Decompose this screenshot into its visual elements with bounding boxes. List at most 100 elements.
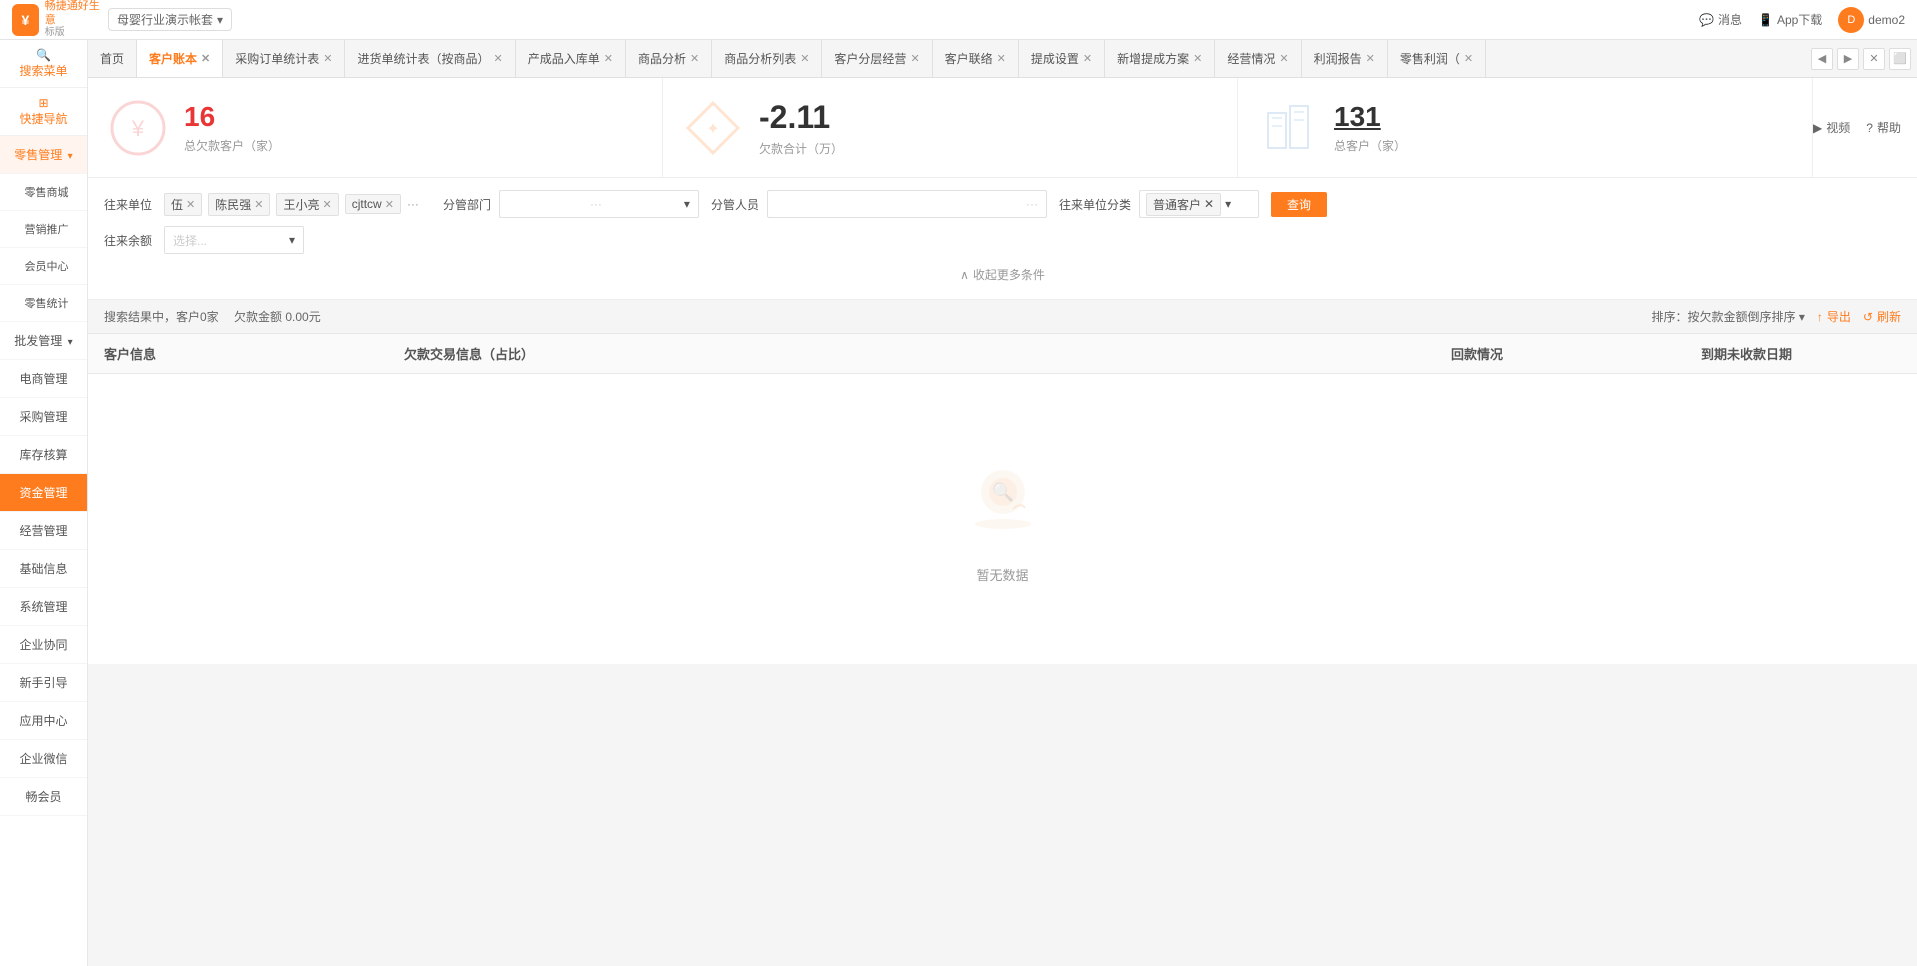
message-btn[interactable]: 💬 消息 xyxy=(1699,11,1742,28)
sidebar-item-stock[interactable]: 库存核算 xyxy=(0,436,87,474)
unit-tags: 伍 ✕ 陈民强 ✕ 王小亮 ✕ cjttcw ✕ xyxy=(164,193,419,216)
tab-customer-seg[interactable]: 客户分层经营 ✕ xyxy=(822,40,932,78)
remove-tag-cjttcw[interactable]: ✕ xyxy=(385,198,394,211)
collapse-filter-btn[interactable]: ∧ 收起更多条件 xyxy=(104,262,1901,287)
sidebar-search[interactable]: 🔍 搜索菜单 xyxy=(0,40,87,88)
sidebar-item-purchase[interactable]: 采购管理 xyxy=(0,398,87,436)
tab-operation[interactable]: 经营情况 ✕ xyxy=(1215,40,1301,78)
avatar: D xyxy=(1838,7,1864,33)
result-bar: 搜索结果中，客户0家 欠款金额 0.00元 排序：按欠款金额倒序排序 ▾ ↑ 导… xyxy=(88,300,1917,334)
stat-value-all: 131 xyxy=(1334,101,1406,133)
tab-prev-btn[interactable]: ◀ xyxy=(1811,48,1833,70)
video-btn[interactable]: ▶ 视频 xyxy=(1813,119,1850,136)
search-button[interactable]: 查询 xyxy=(1271,192,1327,217)
dept-filter: 分管部门 ··· ▾ xyxy=(443,190,699,218)
sidebar-item-basic[interactable]: 基础信息 xyxy=(0,550,87,588)
expand-icon: ··· xyxy=(590,197,602,211)
logo-text: 畅捷通好生意 标版 xyxy=(45,0,100,38)
sidebar-item-retail[interactable]: 零售管理 ▾ xyxy=(0,136,87,174)
grid-icon: ⊞ xyxy=(6,96,81,110)
layout: 🔍 搜索菜单 ⊞ 快捷导航 零售管理 ▾ 零售商城 营销推广 会员中心 零售统计… xyxy=(0,40,1917,966)
sidebar-item-retail-stats[interactable]: 零售统计 xyxy=(0,285,87,322)
tab-close-goods-list[interactable]: ✕ xyxy=(800,52,809,65)
sidebar-item-retail-mall[interactable]: 零售商城 xyxy=(0,174,87,211)
sidebar-item-guide[interactable]: 新手引导 xyxy=(0,664,87,702)
remove-classify[interactable]: ✕ xyxy=(1204,197,1214,211)
person-filter: 分管人员 ··· xyxy=(711,190,1047,218)
app-download-btn[interactable]: 📱 App下载 xyxy=(1758,11,1822,28)
unit-tag-chen: 陈民强 ✕ xyxy=(208,193,270,216)
logo-area: ¥ 畅捷通好生意 标版 xyxy=(12,0,100,38)
empty-state: 🔍 暂无数据 xyxy=(88,374,1917,664)
refresh-btn[interactable]: ↺ 刷新 xyxy=(1863,308,1901,325)
sidebar-item-marketing[interactable]: 营销推广 xyxy=(0,211,87,248)
tab-close-all-btn[interactable]: ✕ xyxy=(1863,48,1885,70)
sidebar-quick-nav[interactable]: ⊞ 快捷导航 xyxy=(0,88,87,136)
tab-new-promote[interactable]: 新增提成方案 ✕ xyxy=(1105,40,1215,78)
sidebar-item-member[interactable]: 会员中心 xyxy=(0,248,87,285)
tab-purchase[interactable]: 采购订单统计表 ✕ xyxy=(223,40,345,78)
tab-customer-contact[interactable]: 客户联络 ✕ xyxy=(933,40,1019,78)
tab-stock[interactable]: 进货单统计表（按商品） ✕ xyxy=(345,40,515,78)
tab-product[interactable]: 产成品入库单 ✕ xyxy=(516,40,626,78)
tab-close-goods[interactable]: ✕ xyxy=(690,52,699,65)
tab-close-profit[interactable]: ✕ xyxy=(1366,52,1375,65)
dept-select[interactable]: ··· ▾ xyxy=(499,190,699,218)
tab-close-new-promote[interactable]: ✕ xyxy=(1193,52,1202,65)
help-btn[interactable]: ? 帮助 xyxy=(1866,119,1901,136)
stat-label-all: 总客户（家） xyxy=(1334,137,1406,154)
demo-select[interactable]: 母婴行业演示帐套 ▾ xyxy=(108,8,232,31)
chevron-down-icon: ▾ xyxy=(684,197,690,211)
tab-close-purchase[interactable]: ✕ xyxy=(323,52,332,65)
logo-icon: ¥ xyxy=(12,4,39,36)
chevron-down-icon: ▾ xyxy=(1799,310,1805,324)
tab-controls: ◀ ▶ ✕ ⬜ xyxy=(1811,48,1917,70)
tab-close-customer[interactable]: ✕ xyxy=(201,52,210,65)
refresh-icon: ↺ xyxy=(1863,310,1873,324)
tab-goods[interactable]: 商品分析 ✕ xyxy=(626,40,712,78)
tab-customer[interactable]: 客户账本 ✕ xyxy=(137,40,223,78)
sidebar-item-wechat[interactable]: 企业微信 xyxy=(0,740,87,778)
top-bar-right: 💬 消息 📱 App下载 D demo2 xyxy=(1699,7,1905,33)
tab-close-promote-set[interactable]: ✕ xyxy=(1083,52,1092,65)
export-btn[interactable]: ↑ 导出 xyxy=(1817,308,1851,325)
sidebar-item-ecom[interactable]: 电商管理 xyxy=(0,360,87,398)
tab-bar: 首页 客户账本 ✕ 采购订单统计表 ✕ 进货单统计表（按商品） ✕ 产成品入库单… xyxy=(88,40,1917,78)
classify-select[interactable]: 普通客户 ✕ ▾ xyxy=(1139,190,1259,218)
remove-tag-wang[interactable]: ✕ xyxy=(323,198,332,211)
sidebar-item-system[interactable]: 系统管理 xyxy=(0,588,87,626)
tab-home[interactable]: 首页 xyxy=(88,40,137,78)
tab-close-retail-profit[interactable]: ✕ xyxy=(1464,52,1473,65)
stat-label-amount: 欠款合计（万） xyxy=(759,140,843,157)
user-menu[interactable]: D demo2 xyxy=(1838,7,1905,33)
filter-row-1: 往来单位 伍 ✕ 陈民强 ✕ 王小亮 ✕ xyxy=(104,190,1901,218)
remove-tag-chen[interactable]: ✕ xyxy=(254,198,263,211)
person-input[interactable]: ··· xyxy=(767,190,1047,218)
tab-promote-set[interactable]: 提成设置 ✕ xyxy=(1019,40,1105,78)
tab-retail-profit[interactable]: 零售利润（ ✕ xyxy=(1388,40,1486,78)
sidebar-item-operations[interactable]: 经营管理 xyxy=(0,512,87,550)
tab-goods-list[interactable]: 商品分析列表 ✕ xyxy=(712,40,822,78)
filter-section: 往来单位 伍 ✕ 陈民强 ✕ 王小亮 ✕ xyxy=(88,178,1917,300)
sidebar-item-wholesale[interactable]: 批发管理 ▾ xyxy=(0,322,87,360)
sidebar-item-enterprise[interactable]: 企业协同 xyxy=(0,626,87,664)
ellipsis-icon: ··· xyxy=(1026,197,1038,211)
svg-text:✦: ✦ xyxy=(706,121,719,138)
tab-next-btn[interactable]: ▶ xyxy=(1837,48,1859,70)
sidebar-item-vip[interactable]: 畅会员 xyxy=(0,778,87,816)
top-bar-left: ¥ 畅捷通好生意 标版 母婴行业演示帐套 ▾ xyxy=(12,0,232,38)
tab-profit[interactable]: 利润报告 ✕ xyxy=(1302,40,1388,78)
search-icon: 🔍 xyxy=(6,48,81,62)
more-tags-btn[interactable]: ··· xyxy=(407,197,419,211)
remove-tag-wu[interactable]: ✕ xyxy=(186,198,195,211)
tab-close-customer-contact[interactable]: ✕ xyxy=(997,52,1006,65)
tab-close-operation[interactable]: ✕ xyxy=(1279,52,1288,65)
balance-select[interactable]: 选择... ▾ xyxy=(164,226,304,254)
tab-expand-btn[interactable]: ⬜ xyxy=(1889,48,1911,70)
tab-close-product[interactable]: ✕ xyxy=(604,52,613,65)
tab-close-customer-seg[interactable]: ✕ xyxy=(910,52,919,65)
sidebar-item-apps[interactable]: 应用中心 xyxy=(0,702,87,740)
diamond-icon: ✦ xyxy=(683,98,743,158)
tab-close-stock[interactable]: ✕ xyxy=(494,52,503,65)
sidebar-item-finance[interactable]: 资金管理 xyxy=(0,474,87,512)
